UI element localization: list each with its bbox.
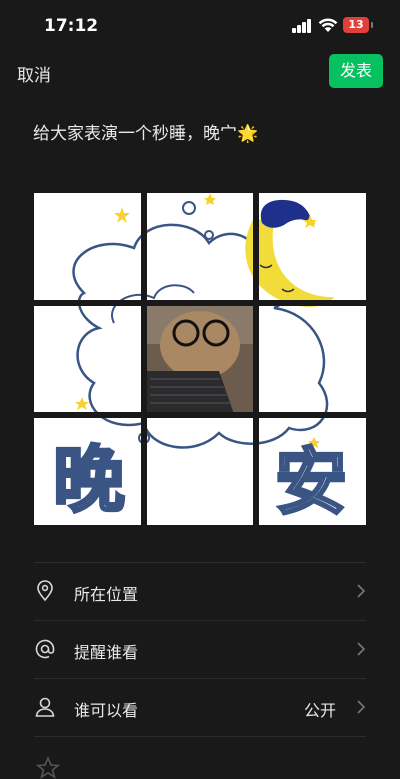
option-location-label: 所在位置 — [74, 585, 139, 604]
chevron-right-icon — [357, 584, 366, 598]
top-bar: 取消 发表 — [0, 52, 400, 92]
option-visibility-label: 谁可以看 — [74, 701, 139, 720]
location-pin-icon — [37, 580, 53, 602]
options-list: 所在位置 提醒谁看 谁可以看 公开 — [34, 562, 366, 738]
art-text-an: 安 — [275, 440, 347, 524]
options-divider — [34, 736, 366, 738]
option-location[interactable]: 所在位置 — [34, 562, 366, 620]
person-icon — [35, 697, 55, 717]
wifi-icon — [318, 18, 338, 32]
option-visibility[interactable]: 谁可以看 公开 — [34, 678, 366, 736]
status-bar: 17:12 13 — [0, 0, 400, 52]
cancel-button[interactable]: 取消 — [17, 61, 51, 86]
at-sign-icon — [35, 639, 55, 659]
image-grid: 晚 安 — [34, 193, 366, 525]
cellular-signal-icon — [292, 19, 314, 33]
chevron-right-icon — [357, 642, 366, 656]
option-mention-label: 提醒谁看 — [74, 643, 139, 662]
publish-button[interactable]: 发表 — [329, 54, 383, 88]
status-time: 17:12 — [44, 16, 99, 36]
art-text-wan: 晚 — [53, 438, 125, 522]
option-visibility-value: 公开 — [303, 701, 336, 720]
battery-icon: 13 — [343, 17, 373, 33]
post-caption[interactable]: 给大家表演一个秒睡，晚宀🌟 — [33, 119, 258, 144]
star-icon[interactable] — [34, 755, 62, 779]
option-mention[interactable]: 提醒谁看 — [34, 620, 366, 678]
chevron-right-icon — [357, 700, 366, 714]
